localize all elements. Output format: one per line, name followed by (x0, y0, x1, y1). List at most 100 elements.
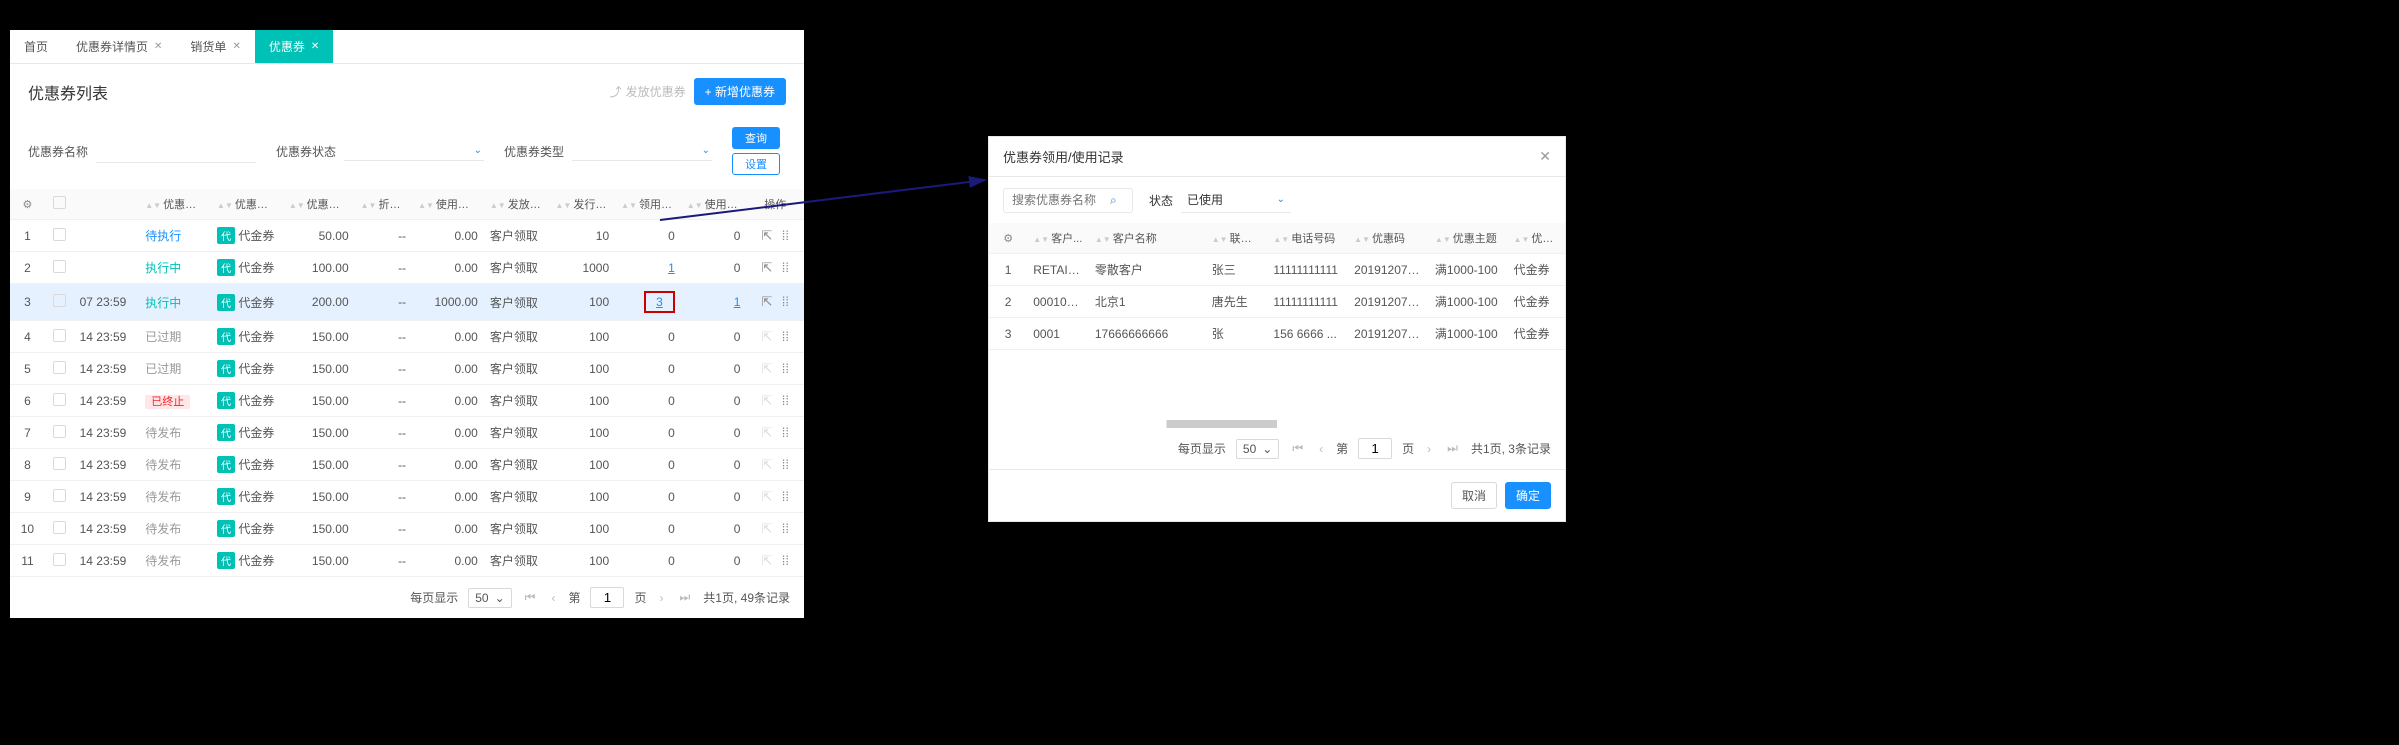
table-row[interactable]: 4 14 23:59 已过期 代 代金券 150.00 -- 0.00 客户领取… (10, 321, 804, 353)
share-icon[interactable]: ⇱ (758, 294, 775, 309)
prev-page-button[interactable]: ‹ (1316, 442, 1326, 456)
cancel-button[interactable]: 取消 (1451, 482, 1497, 509)
next-page-button[interactable]: › (1424, 442, 1434, 456)
first-page-button[interactable]: ⏮ (1289, 441, 1306, 456)
usage-table: ⚙ ▲▼客户... ▲▼客户名称 ▲▼联系人 ▲▼电话号码 ▲▼优惠码 ▲▼优惠… (989, 223, 1565, 350)
table-row[interactable]: 1 RETAIL... 零散客户 张三 11111111111 20191207… (989, 254, 1565, 286)
table-row[interactable]: 1 待执行 代 代金券 50.00 -- 0.00 客户领取 10 0 0 ⇱ … (10, 220, 804, 252)
share-icon[interactable]: ⇱ (758, 260, 775, 275)
share-icon[interactable]: ⇱ (758, 228, 775, 243)
table-row[interactable]: 10 14 23:59 待发布 代 代金券 150.00 -- 0.00 客户领… (10, 513, 804, 545)
qrcode-icon[interactable]: ⁞⁞ (779, 361, 792, 376)
row-checkbox[interactable] (45, 252, 74, 284)
claimed-link[interactable]: 3 (656, 295, 663, 309)
col-issued[interactable]: ▲▼发行数量 (550, 189, 616, 220)
query-button[interactable]: 查询 (732, 127, 780, 149)
first-page-button[interactable]: ⏮ (522, 590, 539, 605)
qrcode-icon[interactable]: ⁞⁞ (779, 553, 792, 568)
table-row[interactable]: 9 14 23:59 待发布 代 代金券 150.00 -- 0.00 客户领取… (10, 481, 804, 513)
table-row[interactable]: 11 14 23:59 待发布 代 代金券 150.00 -- 0.00 客户领… (10, 545, 804, 577)
row-phone: 11111111111 (1267, 286, 1348, 318)
coupon-name-input[interactable] (96, 140, 256, 163)
modal-pagination: 每页显示 50 ⌄ ⏮ ‹ 第 页 › ⏭ 共1页, 3条记录 (989, 428, 1565, 469)
qrcode-icon[interactable]: ⁞⁞ (779, 457, 792, 472)
qrcode-icon[interactable]: ⁞⁞ (779, 521, 792, 536)
close-icon[interactable]: ✕ (311, 41, 319, 52)
share-icon: ⇱ (758, 361, 775, 376)
per-page-select[interactable]: 50 ⌄ (468, 588, 511, 608)
claimed-link[interactable]: 1 (668, 261, 675, 275)
tab-sales-order[interactable]: 销货单✕ (176, 30, 254, 63)
col-coupon-code[interactable]: ▲▼优惠码 (1348, 223, 1429, 254)
row-checkbox[interactable] (45, 545, 74, 577)
col-gear[interactable]: ⚙ (10, 189, 45, 220)
last-page-button[interactable]: ⏭ (1444, 441, 1461, 456)
table-row[interactable]: 2 执行中 代 代金券 100.00 -- 0.00 客户领取 1000 1 0… (10, 252, 804, 284)
row-checkbox[interactable] (45, 449, 74, 481)
qrcode-icon[interactable]: ⁞⁞ (779, 294, 792, 309)
page-input[interactable] (1358, 438, 1392, 459)
row-checkbox[interactable] (45, 513, 74, 545)
col-discount[interactable]: ▲▼折扣% (355, 189, 412, 220)
tab-coupon[interactable]: 优惠券✕ (255, 30, 333, 63)
table-row[interactable]: 3 07 23:59 执行中 代 代金券 200.00 -- 1000.00 客… (10, 284, 804, 321)
last-page-button[interactable]: ⏭ (676, 590, 693, 605)
used-link[interactable]: 1 (734, 295, 741, 309)
close-icon[interactable]: ✕ (232, 41, 240, 52)
per-page-select[interactable]: 50 ⌄ (1236, 439, 1279, 459)
row-checkbox[interactable] (45, 220, 74, 252)
page-input[interactable] (590, 587, 624, 608)
modal-status-select[interactable]: 已使用 ⌄ (1181, 187, 1291, 213)
search-coupon-input[interactable] (1012, 193, 1102, 207)
settings-button[interactable]: 设置 (732, 153, 780, 175)
row-checkbox[interactable] (45, 481, 74, 513)
col-coupon-type[interactable]: ▲▼优惠券类 (1508, 223, 1565, 254)
row-checkbox[interactable] (45, 417, 74, 449)
col-contact[interactable]: ▲▼联系人 (1206, 223, 1268, 254)
claimed-highlight: 3 (644, 291, 675, 313)
col-used[interactable]: ▲▼使用数量 (681, 189, 747, 220)
row-checkbox[interactable] (45, 321, 74, 353)
col-method[interactable]: ▲▼发放方式 (484, 189, 550, 220)
next-page-button[interactable]: › (656, 591, 666, 605)
add-coupon-button[interactable]: + 新增优惠券 (694, 78, 786, 105)
filter-label: 优惠券名称 (28, 143, 88, 160)
row-checkbox[interactable] (45, 353, 74, 385)
coupon-status-select[interactable]: ⌄ (344, 141, 484, 161)
close-icon[interactable]: ✕ (154, 41, 162, 52)
qrcode-icon[interactable]: ⁞⁞ (779, 393, 792, 408)
prev-page-button[interactable]: ‹ (548, 591, 558, 605)
table-row[interactable]: 7 14 23:59 待发布 代 代金券 150.00 -- 0.00 客户领取… (10, 417, 804, 449)
col-customer-name[interactable]: ▲▼客户名称 (1089, 223, 1206, 254)
coupon-type-select[interactable]: ⌄ (572, 141, 712, 161)
table-row[interactable]: 2 00010001 北京1 唐先生 11111111111 201912070… (989, 286, 1565, 318)
qrcode-icon[interactable]: ⁞⁞ (779, 425, 792, 440)
tab-home[interactable]: 首页 (10, 30, 62, 63)
table-row[interactable]: 5 14 23:59 已过期 代 代金券 150.00 -- 0.00 客户领取… (10, 353, 804, 385)
search-icon[interactable]: ⌕ (1110, 193, 1117, 208)
qrcode-icon[interactable]: ⁞⁞ (779, 329, 792, 344)
col-threshold[interactable]: ▲▼使用门槛... (412, 189, 484, 220)
qrcode-icon[interactable]: ⁞⁞ (779, 489, 792, 504)
confirm-button[interactable]: 确定 (1505, 482, 1551, 509)
col-subject[interactable]: ▲▼优惠主题 (1429, 223, 1508, 254)
col-gear[interactable]: ⚙ (989, 223, 1027, 254)
row-checkbox[interactable] (45, 284, 74, 321)
modal-close-button[interactable]: ✕ (1539, 148, 1551, 165)
tab-coupon-detail[interactable]: 优惠券详情页✕ (62, 30, 176, 63)
sort-icon: ▲▼ (621, 203, 637, 208)
row-checkbox[interactable] (45, 385, 74, 417)
col-claimed[interactable]: ▲▼领用数量 (615, 189, 681, 220)
col-checkbox[interactable] (45, 189, 74, 220)
table-row[interactable]: 8 14 23:59 待发布 代 代金券 150.00 -- 0.00 客户领取… (10, 449, 804, 481)
col-face[interactable]: ▲▼优惠券面值 (283, 189, 355, 220)
col-status[interactable]: ▲▼优惠券状态 (139, 189, 211, 220)
table-row[interactable]: 6 14 23:59 已终止 代 代金券 150.00 -- 0.00 客户领取… (10, 385, 804, 417)
col-type[interactable]: ▲▼优惠券类型 (211, 189, 283, 220)
qrcode-icon[interactable]: ⁞⁞ (779, 228, 792, 243)
qrcode-icon[interactable]: ⁞⁞ (779, 260, 792, 275)
col-phone[interactable]: ▲▼电话号码 (1267, 223, 1348, 254)
col-customer-code[interactable]: ▲▼客户... (1027, 223, 1089, 254)
table-row[interactable]: 3 0001 17666666666 张 156 6666 ... 201912… (989, 318, 1565, 350)
horizontal-scrollbar[interactable] (1001, 420, 1553, 428)
